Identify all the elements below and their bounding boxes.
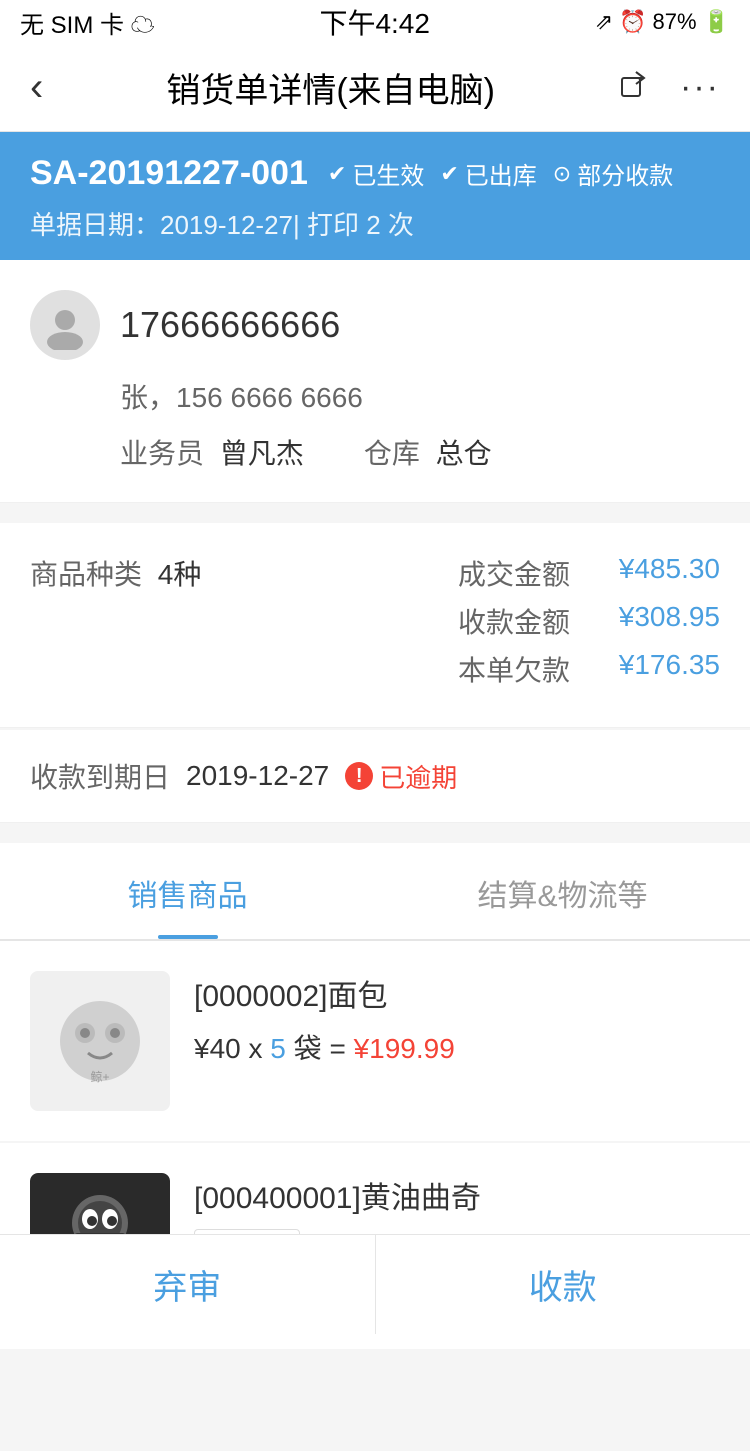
product-quantity-bread: 5 (270, 1033, 286, 1064)
status-tags: ✔ 已生效 ✔ 已出库 ⊙ 部分收款 (328, 156, 673, 191)
tabs-row: 销售商品 结算&物流等 (0, 843, 750, 939)
status-bar: 无 SIM 卡 ☁ 下午4:42 ⇗ ⏰ 87% 🔋 (0, 0, 750, 44)
customer-phone: 17666666666 (120, 304, 340, 346)
trading-amount-value: ¥485.30 (600, 553, 720, 593)
check-icon-2: ✔ (440, 161, 458, 187)
clock-icon: ⊙ (553, 161, 571, 187)
status-tag-2: ✔ 已出库 (440, 156, 536, 191)
owed-amount-label: 本单欠款 (458, 649, 570, 689)
banner-date: 单据日期：2019-12-27| 打印 2 次 (30, 205, 720, 242)
customer-meta: 业务员 曾凡杰 仓库 总仓 (120, 432, 720, 472)
status-time: 下午4:42 (319, 2, 430, 42)
status-left: 无 SIM 卡 ☁ (20, 5, 155, 40)
summary-left: 商品种类 4种 (30, 553, 201, 593)
status-right: ⇗ ⏰ 87% 🔋 (595, 9, 730, 35)
trading-amount-row: 成交金额 ¥485.30 (458, 553, 720, 593)
header-banner: SA-20191227-001 ✔ 已生效 ✔ 已出库 ⊙ 部分收款 单据日期：… (0, 132, 750, 260)
bottom-bar: 弃审 收款 (0, 1234, 750, 1334)
check-icon-1: ✔ (328, 161, 346, 187)
alarm-icon: ⏰ (619, 9, 646, 35)
product-card: 鲸+ [0000002]面包 ¥40 x 5 袋 = ¥199.99 (0, 941, 750, 1141)
sim-text: 无 SIM 卡 ☁ (20, 5, 155, 40)
cancel-button[interactable]: 弃审 (0, 1235, 376, 1334)
product-price-bread: ¥40 x 5 袋 = ¥199.99 (194, 1027, 720, 1067)
nav-bar: ‹ 销货单详情(来自电脑) ··· (0, 44, 750, 132)
page-title: 销货单详情(来自电脑) (166, 63, 495, 112)
location-icon: ⇗ (595, 9, 613, 35)
product-thumbnail-bread: 鲸+ (30, 971, 170, 1111)
product-name-cookie: [000400001]黄油曲奇 (194, 1173, 720, 1217)
due-label: 收款到期日 (30, 756, 170, 796)
owed-amount-row: 本单欠款 ¥176.35 (458, 649, 720, 689)
customer-name: 张，156 6666 6666 (120, 376, 720, 416)
warehouse-name: 总仓 (436, 438, 492, 469)
order-id: SA-20191227-001 (30, 154, 308, 193)
product-info-bread: [0000002]面包 ¥40 x 5 袋 = ¥199.99 (194, 971, 720, 1067)
warehouse-label: 仓库 总仓 (364, 432, 492, 472)
received-amount-row: 收款金额 ¥308.95 (458, 601, 720, 641)
tabs-section: 销售商品 结算&物流等 (0, 843, 750, 941)
tab-sales-products[interactable]: 销售商品 (0, 843, 375, 939)
received-amount-label: 收款金额 (458, 601, 570, 641)
share-icon[interactable] (618, 68, 650, 108)
avatar (30, 290, 100, 360)
category-count: 4种 (158, 559, 202, 590)
overdue-badge: ! 已逾期 (345, 758, 457, 795)
status-tag-1: ✔ 已生效 (328, 156, 424, 191)
category-label: 商品种类 (30, 559, 142, 590)
banner-top: SA-20191227-001 ✔ 已生效 ✔ 已出库 ⊙ 部分收款 (30, 154, 720, 193)
battery-text: 87% (653, 9, 697, 35)
tab-settlement-logistics[interactable]: 结算&物流等 (375, 843, 750, 939)
owed-amount-value: ¥176.35 (600, 649, 720, 689)
due-section: 收款到期日 2019-12-27 ! 已逾期 (0, 730, 750, 823)
battery-icon: 🔋 (703, 9, 730, 35)
collect-button[interactable]: 收款 (376, 1235, 750, 1334)
svg-text:鲸+: 鲸+ (90, 1069, 109, 1084)
status-tag-3: ⊙ 部分收款 (553, 156, 673, 191)
back-button[interactable]: ‹ (30, 65, 43, 110)
salesperson-label: 业务员 曾凡杰 (120, 432, 304, 472)
nav-actions: ··· (618, 68, 720, 108)
received-amount-value: ¥308.95 (600, 601, 720, 641)
overdue-icon: ! (345, 762, 373, 790)
product-name-bread: [0000002]面包 (194, 971, 720, 1015)
summary-right: 成交金额 ¥485.30 收款金额 ¥308.95 本单欠款 ¥176.35 (458, 553, 720, 697)
customer-row: 17666666666 (30, 290, 720, 360)
product-total-bread: ¥199.99 (354, 1033, 455, 1064)
customer-section: 17666666666 张，156 6666 6666 业务员 曾凡杰 仓库 总… (0, 260, 750, 503)
more-icon[interactable]: ··· (680, 68, 720, 107)
salesperson-name: 曾凡杰 (220, 438, 304, 469)
summary-section: 商品种类 4种 成交金额 ¥485.30 收款金额 ¥308.95 本单欠款 ¥… (0, 523, 750, 728)
summary-row: 商品种类 4种 成交金额 ¥485.30 收款金额 ¥308.95 本单欠款 ¥… (30, 553, 720, 697)
trading-amount-label: 成交金额 (458, 553, 570, 593)
due-date: 2019-12-27 (186, 760, 329, 792)
